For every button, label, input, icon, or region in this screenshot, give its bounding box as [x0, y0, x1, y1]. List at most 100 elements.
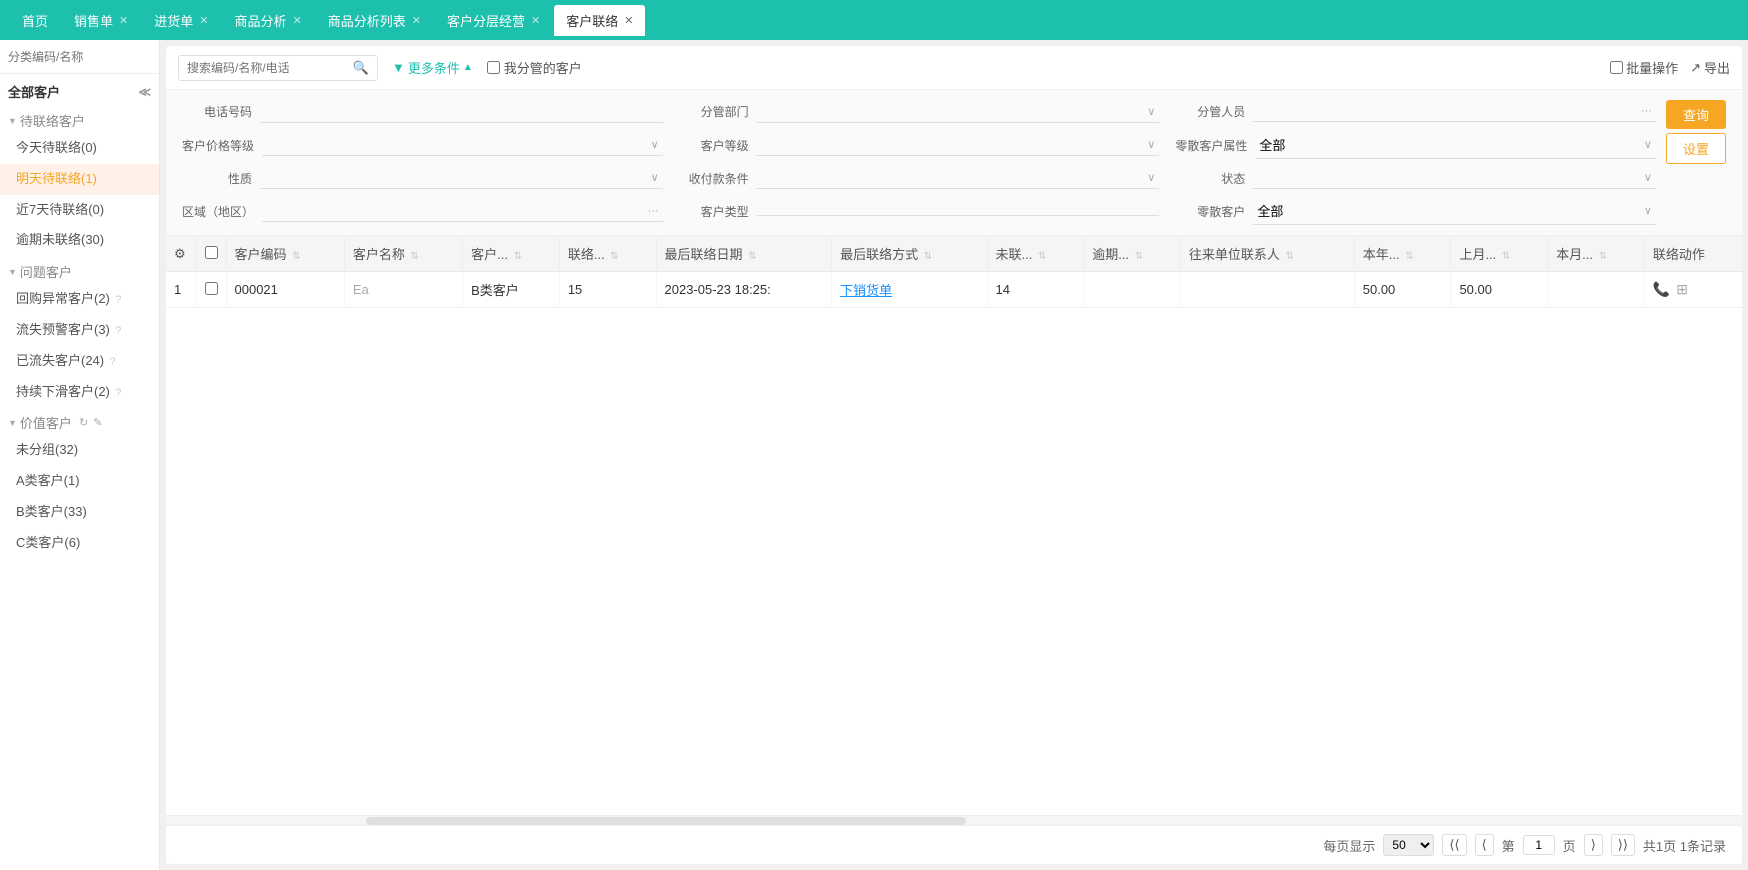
nav-customer-tier[interactable]: 客户分层经营 ✕ — [435, 5, 552, 36]
filter-search-input[interactable] — [187, 61, 349, 75]
per-page-select[interactable]: 50 100 200 — [1383, 834, 1434, 856]
prev-page-btn[interactable]: ⟨ — [1475, 834, 1494, 856]
th-contact-count[interactable]: 联络... ⇅ — [559, 236, 656, 272]
nav-product-analysis-close[interactable]: ✕ — [293, 14, 302, 27]
nav-customer-contact[interactable]: 客户联络 ✕ — [554, 5, 645, 36]
grid-action-icon[interactable]: ⊞ — [1676, 281, 1688, 298]
filter-status-select[interactable]: ∨ — [1253, 167, 1656, 189]
nav-purchase-close[interactable]: ✕ — [199, 14, 208, 27]
td-last-method-link[interactable]: 下销货单 — [840, 283, 892, 298]
th-this-year[interactable]: 本年... ⇅ — [1354, 236, 1451, 272]
filter-manager-select[interactable]: ··· — [1253, 101, 1656, 122]
sidebar-item-repurchase-anomaly[interactable]: 回购异常客户(2) ? — [0, 284, 159, 315]
all-customers-header[interactable]: 全部客户 ≪ — [0, 74, 159, 105]
th-checkbox[interactable] — [196, 236, 226, 272]
value-edit-icon[interactable]: ✎ — [93, 416, 102, 429]
last-page-btn[interactable]: ⟩⟩ — [1611, 834, 1635, 856]
th-overdue[interactable]: 逾期... ⇅ — [1084, 236, 1181, 272]
nav-sales[interactable]: 销售单 ✕ — [62, 5, 140, 36]
first-page-btn[interactable]: ⟨⟨ — [1442, 834, 1466, 856]
filter-customer-level-select[interactable]: ∨ — [757, 134, 1160, 156]
filter-customer-type-select[interactable] — [757, 207, 1160, 216]
sidebar-item-overdue[interactable]: 逾期未联络(30) — [0, 225, 159, 256]
sidebar-item-class-a[interactable]: A类客户(1) — [0, 466, 159, 497]
filter-price-level-select[interactable]: ∨ — [262, 134, 663, 156]
page-input[interactable] — [1523, 835, 1555, 855]
th-customer-type[interactable]: 客户... ⇅ — [463, 236, 560, 272]
th-last-method-sort: ⇅ — [924, 251, 932, 262]
batch-op-check[interactable] — [1610, 61, 1623, 74]
th-last-method-label: 最后联络方式 — [840, 247, 918, 262]
filter-row-2: 客户价格等级 ∨ 客户等级 ∨ — [182, 131, 1656, 159]
gear-icon[interactable]: ⚙ — [174, 246, 186, 261]
th-this-month[interactable]: 本月... ⇅ — [1548, 236, 1645, 272]
th-this-year-sort: ⇅ — [1405, 251, 1413, 262]
filter-search-icon[interactable]: 🔍 — [353, 60, 369, 76]
problem-group-title[interactable]: ▼ 问题客户 — [0, 256, 159, 284]
next-page-btn[interactable]: ⟩ — [1584, 834, 1603, 856]
setting-button[interactable]: 设置 — [1666, 133, 1726, 164]
filter-retail-attr-select[interactable]: 全部 ∨ — [1255, 131, 1656, 159]
sidebar-item-churned[interactable]: 已流失客户(24) ? — [0, 346, 159, 377]
value-group-title[interactable]: ▼ 价值客户 ↻ ✎ — [0, 407, 159, 435]
filter-retail-customer-select[interactable]: 全部 ∨ — [1253, 197, 1656, 225]
th-last-date[interactable]: 最后联络日期 ⇅ — [656, 236, 832, 272]
more-filters-btn[interactable]: ▼ 更多条件 ▲ — [386, 54, 479, 81]
main-layout: 🔍 全部客户 ≪ ▼ 待联络客户 今天待联络(0) 明天待联络(1) 近7天待联… — [0, 40, 1748, 870]
sidebar-item-today[interactable]: 今天待联络(0) — [0, 133, 159, 164]
th-last-month[interactable]: 上月... ⇅ — [1451, 236, 1548, 272]
sidebar-item-ungrouped[interactable]: 未分组(32) — [0, 435, 159, 466]
th-gear[interactable]: ⚙ — [166, 236, 196, 272]
sidebar-item-churn-warning[interactable]: 流失预警客户(3) ? — [0, 315, 159, 346]
row-checkbox[interactable] — [205, 282, 218, 295]
value-refresh-icon[interactable]: ↻ — [79, 416, 88, 429]
export-label: 导出 — [1704, 58, 1730, 77]
filter-gender-select[interactable]: ∨ — [260, 167, 663, 189]
sidebar-item-class-c[interactable]: C类客户(6) — [0, 528, 159, 559]
filter-status-label: 状态 — [1175, 170, 1245, 187]
sidebar-item-class-b[interactable]: B类客户(33) — [0, 497, 159, 528]
scrollbar-track[interactable] — [366, 817, 966, 825]
nav-customer-contact-label: 客户联络 — [566, 11, 618, 30]
td-last-month-value: 50.00 — [1459, 282, 1492, 297]
nav-customer-contact-close[interactable]: ✕ — [624, 14, 633, 27]
filter-region-arrow: ··· — [648, 205, 659, 217]
td-checkbox[interactable] — [196, 272, 226, 308]
nav-home[interactable]: 首页 — [10, 5, 60, 36]
filter-status-field: 状态 ∨ — [1175, 167, 1656, 189]
pending-group-title[interactable]: ▼ 待联络客户 — [0, 105, 159, 133]
th-name-sort: ⇅ — [410, 251, 418, 262]
sidebar-search-input[interactable] — [8, 50, 160, 64]
table-header-row: ⚙ 客户编码 ⇅ 客户名称 ⇅ — [166, 236, 1742, 272]
phone-action-icon[interactable]: 📞 — [1653, 281, 1670, 298]
filter-payment-select[interactable]: ∨ — [757, 167, 1160, 189]
my-customers-checkbox[interactable]: 我分管的客户 — [487, 58, 582, 77]
filter-phone-input[interactable] — [260, 100, 663, 123]
th-code-sort: ⇅ — [292, 251, 300, 262]
my-customers-check[interactable] — [487, 61, 500, 74]
query-button[interactable]: 查询 — [1666, 100, 1726, 129]
th-code[interactable]: 客户编码 ⇅ — [226, 236, 344, 272]
th-unlocked[interactable]: 未联... ⇅ — [987, 236, 1084, 272]
th-last-month-sort: ⇅ — [1502, 251, 1510, 262]
nav-sales-close[interactable]: ✕ — [119, 14, 128, 27]
th-name[interactable]: 客户名称 ⇅ — [344, 236, 462, 272]
select-all-checkbox[interactable] — [205, 246, 218, 259]
nav-product-list-close[interactable]: ✕ — [412, 14, 421, 27]
nav-product-list[interactable]: 商品分析列表 ✕ — [316, 5, 433, 36]
th-contact-person[interactable]: 往来单位联系人 ⇅ — [1180, 236, 1354, 272]
sidebar-item-7days[interactable]: 近7天待联络(0) — [0, 195, 159, 226]
horizontal-scrollbar[interactable] — [166, 815, 1742, 825]
sidebar-item-tomorrow[interactable]: 明天待联络(1) — [0, 164, 159, 195]
nav-customer-tier-close[interactable]: ✕ — [531, 14, 540, 27]
filter-region-select[interactable]: ··· — [262, 201, 663, 222]
filter-dept-select[interactable]: ∨ — [757, 101, 1160, 123]
export-btn[interactable]: ↗ 导出 — [1690, 58, 1730, 77]
nav-product-analysis[interactable]: 商品分析 ✕ — [222, 5, 313, 36]
th-last-method[interactable]: 最后联络方式 ⇅ — [832, 236, 987, 272]
sidebar-item-declining[interactable]: 持续下滑客户(2) ? — [0, 377, 159, 408]
batch-op-btn[interactable]: 批量操作 — [1610, 58, 1678, 77]
nav-purchase[interactable]: 进货单 ✕ — [142, 5, 220, 36]
th-customer-type-sort: ⇅ — [514, 251, 522, 262]
table-container: ⚙ 客户编码 ⇅ 客户名称 ⇅ — [166, 236, 1742, 815]
